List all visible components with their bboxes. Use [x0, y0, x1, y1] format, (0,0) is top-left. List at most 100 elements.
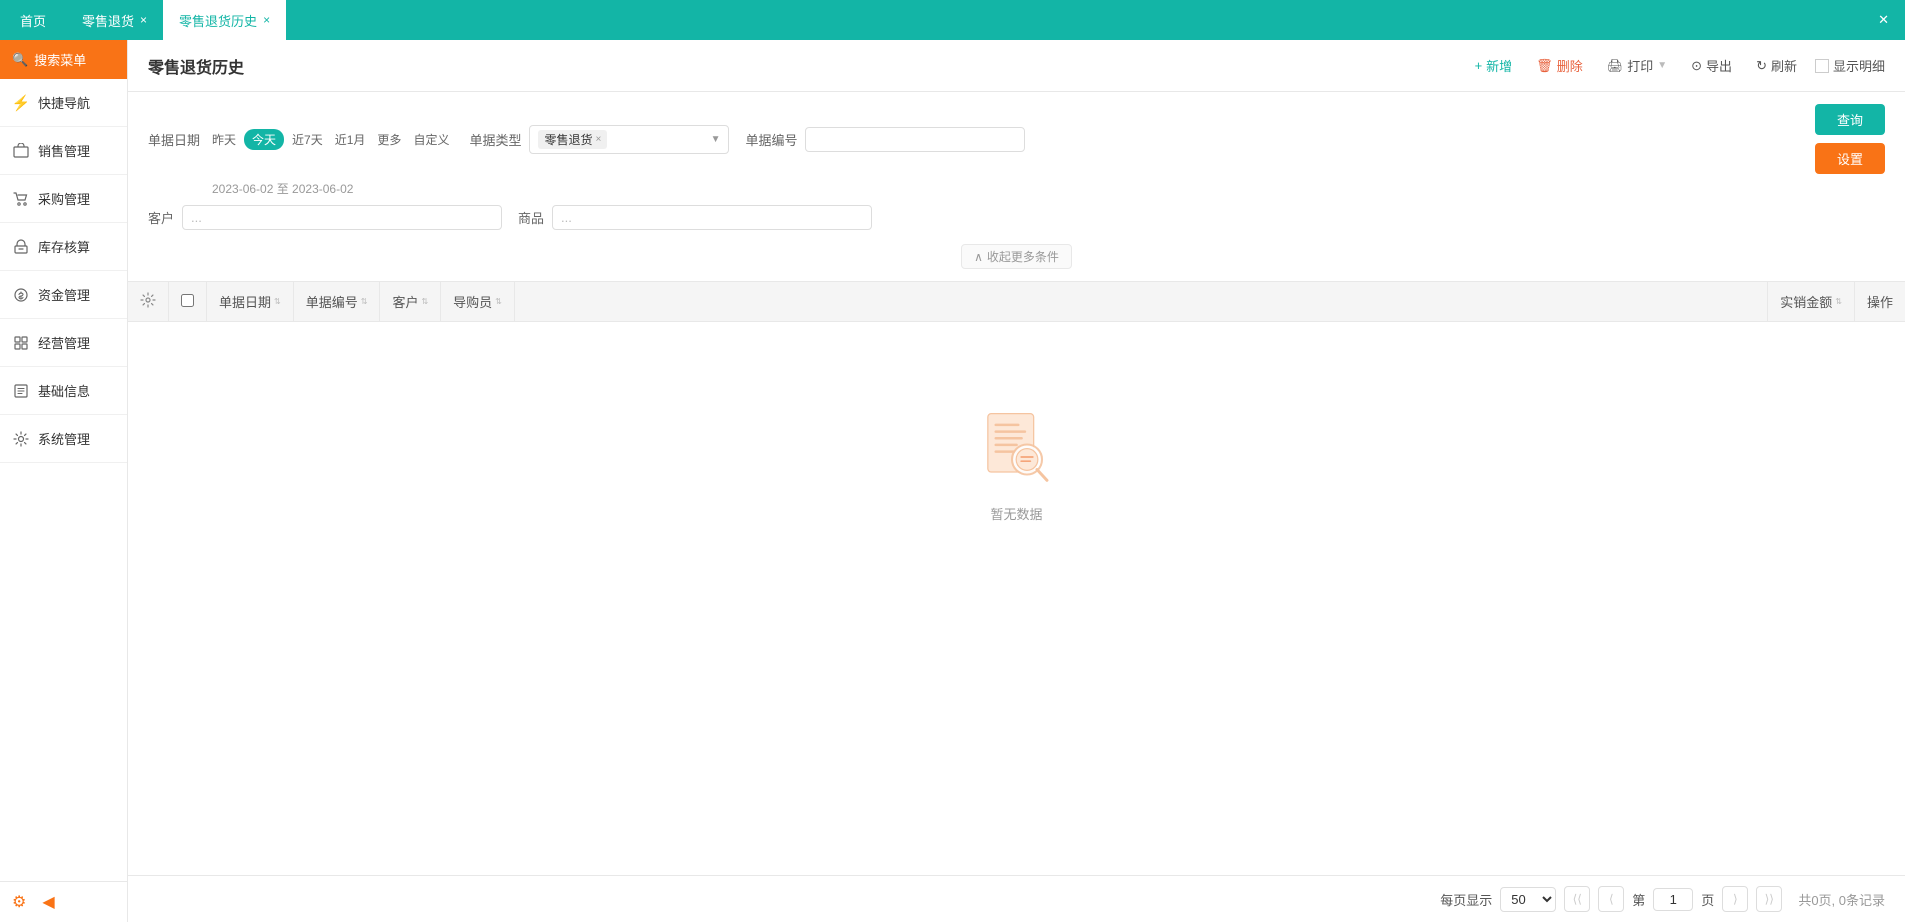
settings-bottom-icon[interactable]: ⚙ [12, 892, 26, 912]
show-detail-toggle[interactable]: 显示明细 [1815, 56, 1885, 75]
sidebar-item-finance[interactable]: 资金管理 [0, 271, 127, 319]
date-opt-1month[interactable]: 近1月 [331, 129, 370, 150]
th-customer[interactable]: 客户 ⇅ [380, 282, 441, 322]
empty-state: 暂无数据 [128, 322, 1905, 563]
collapse-sidebar-icon[interactable]: ◀ [42, 892, 54, 912]
date-opt-yesterday[interactable]: 昨天 [208, 129, 240, 150]
data-table: 单据日期 ⇅ 单据编号 ⇅ [128, 282, 1905, 563]
date-opt-today[interactable]: 今天 [244, 129, 284, 150]
page-total: 共0页, 0条记录 [1798, 890, 1885, 909]
sales-icon [12, 142, 30, 160]
customer-select[interactable]: ... [182, 205, 502, 230]
sidebar-item-system-label: 系统管理 [38, 429, 90, 448]
settings-filter-button[interactable]: 设置 [1815, 143, 1885, 174]
collapse-button[interactable]: ∧ 收起更多条件 [961, 244, 1072, 269]
query-button[interactable]: 查询 [1815, 104, 1885, 135]
delete-button[interactable]: 🗑 删除 [1530, 52, 1589, 79]
tab-home-label: 首页 [20, 11, 46, 30]
per-page-label: 每页显示 [1440, 890, 1492, 909]
date-opt-7days[interactable]: 近7天 [288, 129, 327, 150]
goods-ellipsis: ... [561, 210, 572, 225]
tab-retail-return-close[interactable]: × [140, 13, 147, 27]
top-bar-close[interactable]: ✕ [1878, 12, 1905, 28]
show-detail-label: 显示明细 [1833, 56, 1885, 75]
sidebar-item-sales[interactable]: 销售管理 [0, 127, 127, 175]
empty-cell: 暂无数据 [128, 322, 1905, 564]
sidebar-search[interactable]: 🔍 搜索菜单 [0, 40, 127, 79]
print-button[interactable]: 🖨 打印 ▼ [1601, 52, 1673, 79]
date-opt-more[interactable]: 更多 [373, 129, 405, 150]
top-bar: 首页 零售退货 × 零售退货历史 × ✕ [0, 0, 1905, 40]
system-icon [12, 430, 30, 448]
delete-icon: 🗑 [1536, 58, 1553, 74]
filter-area: 单据日期 昨天 今天 近7天 近1月 更多 自定义 单据类型 [128, 92, 1905, 282]
page-label: 第 [1632, 890, 1645, 909]
inventory-icon [12, 238, 30, 256]
sidebar-item-basic-info[interactable]: 基础信息 [0, 367, 127, 415]
tab-home[interactable]: 首页 [0, 0, 66, 40]
goods-select[interactable]: ... [552, 205, 872, 230]
add-button[interactable]: + 新增 [1469, 52, 1519, 79]
voucher-type-tag-label: 零售退货 [544, 131, 592, 148]
sidebar-item-purchase[interactable]: 采购管理 [0, 175, 127, 223]
sidebar-item-inventory-label: 库存核算 [38, 237, 90, 256]
show-detail-checkbox[interactable] [1815, 59, 1829, 73]
th-amount-label: 实销金额 [1780, 292, 1832, 311]
collapse-row: ∧ 收起更多条件 [148, 240, 1885, 273]
date-opt-custom[interactable]: 自定义 [409, 129, 453, 150]
customer-filter-group: 客户 ... [148, 205, 502, 230]
th-no[interactable]: 单据编号 ⇅ [293, 282, 380, 322]
sidebar-item-operations[interactable]: 经营管理 [0, 319, 127, 367]
last-page-button[interactable]: ⟩⟩ [1756, 886, 1782, 912]
th-action: 操作 [1854, 282, 1905, 322]
voucher-no-group: 单据编号 [745, 127, 1025, 152]
collapse-label: 收起更多条件 [987, 248, 1059, 265]
th-amount-sort-icon: ⇅ [1835, 297, 1842, 306]
voucher-type-select[interactable]: 零售退货 × ▼ [529, 125, 729, 154]
sidebar-item-quick-nav[interactable]: ⚡ 快捷导航 [0, 79, 127, 127]
operations-icon [12, 334, 30, 352]
th-settings[interactable] [128, 282, 169, 322]
th-checkbox[interactable] [169, 282, 207, 322]
th-guide[interactable]: 导购员 ⇅ [441, 282, 515, 322]
page-header: 零售退货历史 + 新增 🗑 删除 🖨 打印 ▼ ⊙ 导出 [128, 40, 1905, 92]
quick-nav-icon: ⚡ [12, 94, 30, 112]
refresh-icon: ↻ [1756, 58, 1767, 74]
th-amount[interactable]: 实销金额 ⇅ [1768, 282, 1855, 322]
th-date-label: 单据日期 [219, 292, 271, 311]
sidebar-bottom: ⚙ ◀ [0, 881, 127, 922]
export-label: 导出 [1706, 56, 1732, 75]
tab-retail-return-history[interactable]: 零售退货历史 × [163, 0, 286, 40]
sidebar-item-system[interactable]: 系统管理 [0, 415, 127, 463]
voucher-no-input[interactable] [805, 127, 1025, 152]
tab-retail-return-history-close[interactable]: × [263, 13, 270, 27]
tab-retail-return[interactable]: 零售退货 × [66, 0, 163, 40]
search-icon: 🔍 [12, 52, 28, 68]
date-options: 昨天 今天 近7天 近1月 更多 自定义 [208, 129, 453, 150]
filter-row-1: 单据日期 昨天 今天 近7天 近1月 更多 自定义 单据类型 [148, 104, 1885, 174]
th-no-label: 单据编号 [306, 292, 358, 311]
export-icon: ⊙ [1691, 58, 1702, 74]
print-dropdown-icon: ▼ [1657, 60, 1667, 71]
voucher-type-tag-remove[interactable]: × [595, 134, 601, 145]
goods-filter-group: 商品 ... [518, 205, 872, 230]
prev-page-button[interactable]: ⟨ [1598, 886, 1624, 912]
export-button[interactable]: ⊙ 导出 [1685, 52, 1738, 79]
per-page-select[interactable]: 10 20 50 100 [1500, 887, 1556, 912]
next-page-button[interactable]: ⟩ [1722, 886, 1748, 912]
sidebar-item-inventory[interactable]: 库存核算 [0, 223, 127, 271]
voucher-type-tag: 零售退货 × [538, 130, 607, 149]
table-body: 暂无数据 [128, 322, 1905, 564]
select-all-checkbox[interactable] [181, 294, 194, 307]
page-input[interactable] [1653, 888, 1693, 911]
th-customer-sort-icon: ⇅ [421, 297, 428, 306]
first-page-button[interactable]: ⟨⟨ [1564, 886, 1590, 912]
table-header-row: 单据日期 ⇅ 单据编号 ⇅ [128, 282, 1905, 322]
th-guide-label: 导购员 [453, 292, 492, 311]
refresh-button[interactable]: ↻ 刷新 [1750, 52, 1803, 79]
th-date[interactable]: 单据日期 ⇅ [207, 282, 294, 322]
sidebar-item-quick-nav-label: 快捷导航 [38, 93, 90, 112]
sidebar-item-operations-label: 经营管理 [38, 333, 90, 352]
th-date-sort-icon: ⇅ [274, 297, 281, 306]
sidebar-item-sales-label: 销售管理 [38, 141, 90, 160]
